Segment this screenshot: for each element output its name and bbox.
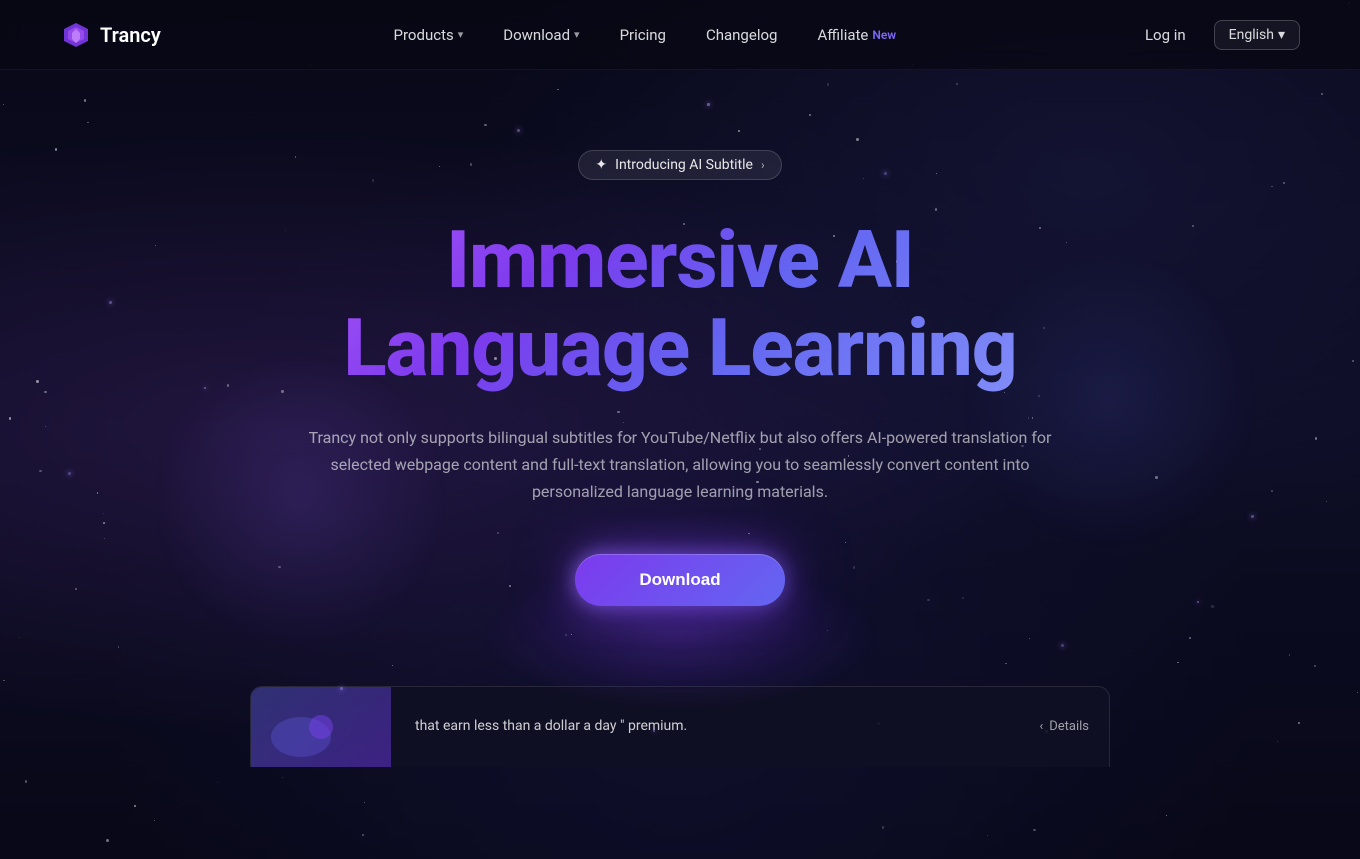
details-label: Details xyxy=(1049,719,1089,734)
nav-products[interactable]: Products ▾ xyxy=(378,18,480,52)
hero-title-line2: Language Learning xyxy=(343,301,1016,395)
hero-title: Immersive AI Language Learning xyxy=(343,216,1016,392)
language-label: English xyxy=(1229,27,1274,43)
download-chevron: ▾ xyxy=(574,28,580,41)
logo-text: Trancy xyxy=(100,23,161,47)
preview-details-button[interactable]: ‹ Details xyxy=(1019,719,1109,734)
download-button[interactable]: Download xyxy=(575,554,784,606)
preview-thumbnail xyxy=(251,687,391,767)
intro-badge[interactable]: ✦ Introducing AI Subtitle › xyxy=(578,150,781,180)
thumbnail-image xyxy=(251,687,391,767)
nav-download[interactable]: Download ▾ xyxy=(487,18,595,52)
nav-links: Products ▾ Download ▾ Pricing Changelog … xyxy=(378,18,913,52)
badge-arrow: › xyxy=(761,158,765,172)
main-content: ✦ Introducing AI Subtitle › Immersive AI… xyxy=(0,70,1360,666)
language-arrow: ▾ xyxy=(1278,27,1285,43)
nav-changelog[interactable]: Changelog xyxy=(690,18,793,52)
hero-description: Trancy not only supports bilingual subti… xyxy=(300,424,1060,506)
language-selector[interactable]: English ▾ xyxy=(1214,20,1300,50)
hero-title-line1: Immersive AI xyxy=(446,213,913,307)
nav-pricing[interactable]: Pricing xyxy=(604,18,682,52)
logo-icon xyxy=(60,19,92,51)
nav-affiliate[interactable]: Affiliate New xyxy=(801,18,912,52)
preview-subtitle-text: that earn less than a dollar a day " pre… xyxy=(391,700,1019,753)
gear-icon: ✦ xyxy=(595,157,607,173)
preview-container: that earn less than a dollar a day " pre… xyxy=(250,686,1110,767)
navbar: Trancy Products ▾ Download ▾ Pricing Cha… xyxy=(0,0,1360,70)
logo[interactable]: Trancy xyxy=(60,19,161,51)
login-button[interactable]: Log in xyxy=(1129,18,1202,52)
nav-right: Log in English ▾ xyxy=(1129,18,1300,52)
bottom-preview: that earn less than a dollar a day " pre… xyxy=(0,686,1360,767)
products-chevron: ▾ xyxy=(458,28,464,41)
intro-badge-text: Introducing AI Subtitle xyxy=(615,157,753,173)
affiliate-new-badge: New xyxy=(872,28,896,42)
details-back-arrow: ‹ xyxy=(1039,719,1043,734)
